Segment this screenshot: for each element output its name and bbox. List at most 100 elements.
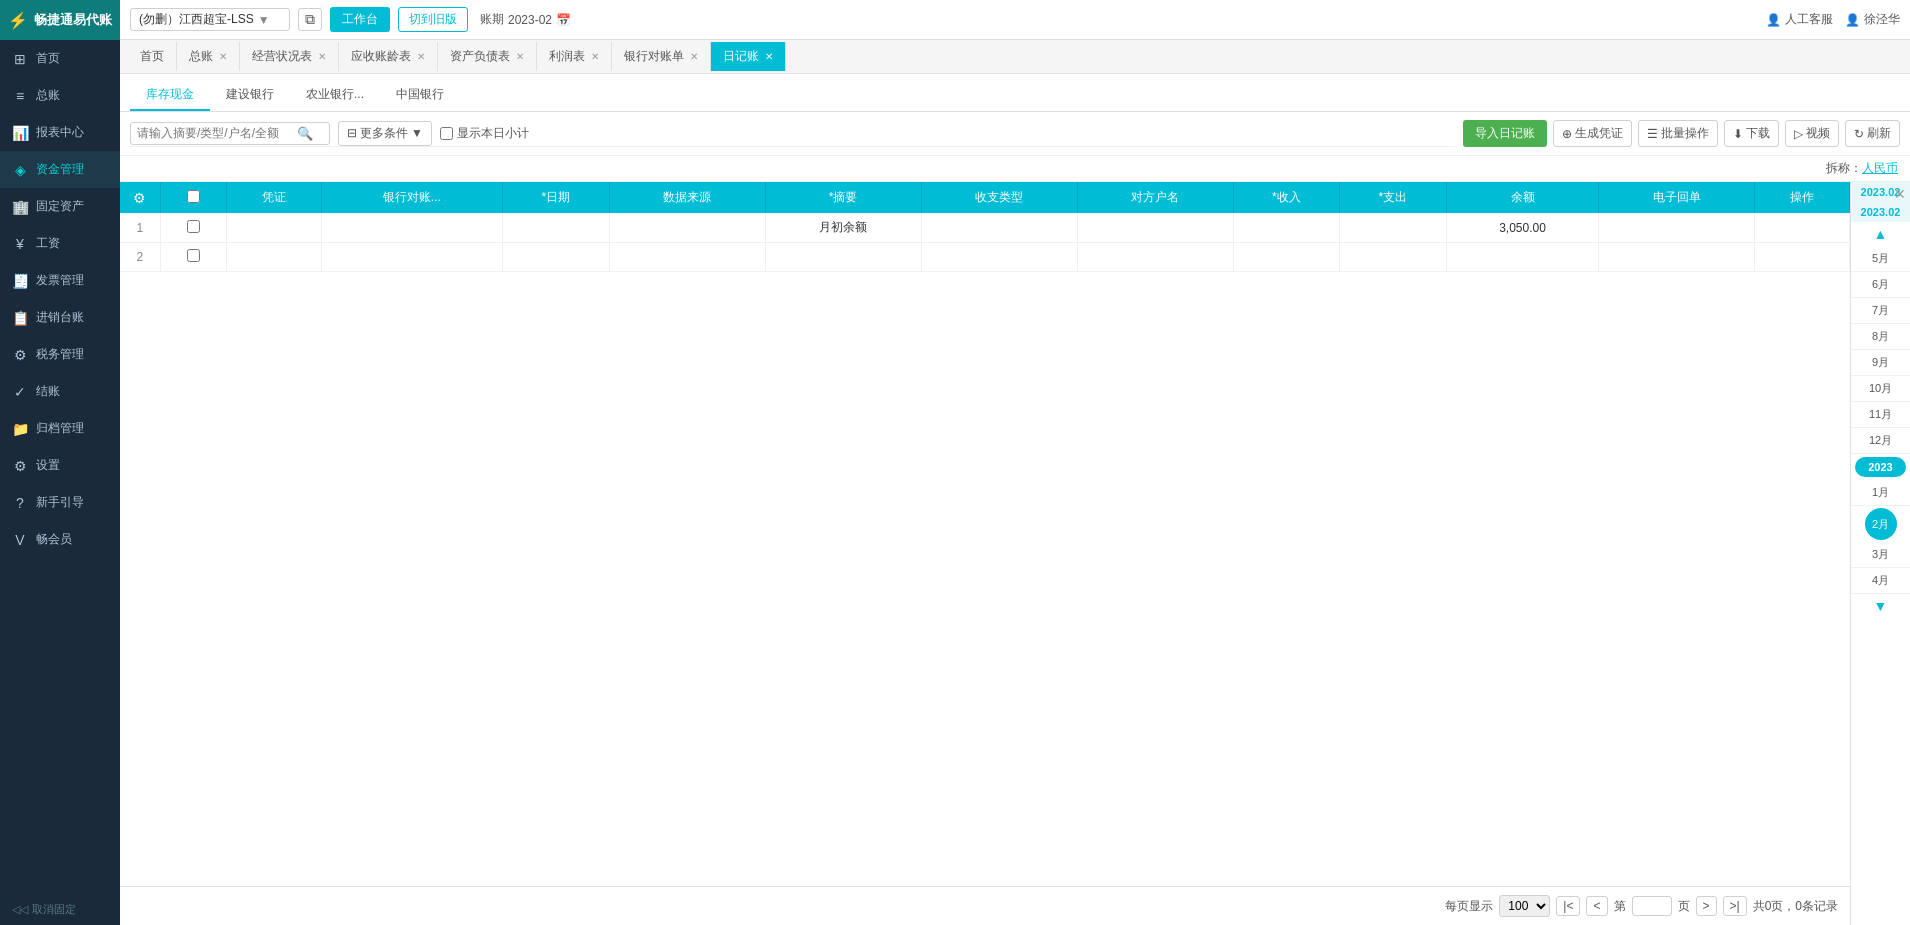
tax-icon: ⚙ bbox=[12, 347, 28, 363]
cal-month-12[interactable]: 12月 bbox=[1851, 428, 1910, 454]
sidebar-item-home[interactable]: ⊞ 首页 bbox=[0, 40, 120, 77]
tab-profit[interactable]: 利润表 ✕ bbox=[537, 42, 612, 71]
tab-ledger[interactable]: 总账 ✕ bbox=[177, 42, 240, 71]
sidebar-item-fund[interactable]: ◈ 资金管理 bbox=[0, 151, 120, 188]
first-page-button[interactable]: |< bbox=[1556, 896, 1580, 916]
tab-bank[interactable]: 银行对账单 ✕ bbox=[612, 42, 711, 71]
prev-page-button[interactable]: < bbox=[1586, 896, 1607, 916]
sidebar-item-label: 资金管理 bbox=[36, 161, 84, 178]
sidebar-item-tax[interactable]: ⚙ 税务管理 bbox=[0, 336, 120, 373]
refresh-button[interactable]: ↻ 刷新 bbox=[1845, 120, 1900, 147]
close-accounts-icon: ✓ bbox=[12, 384, 28, 400]
cal-month-9[interactable]: 9月 bbox=[1851, 350, 1910, 376]
row2-voucher bbox=[226, 243, 321, 272]
cal-scroll-down[interactable]: ▼ bbox=[1851, 594, 1910, 618]
tab-receivable-close[interactable]: ✕ bbox=[417, 51, 425, 62]
generate-voucher-button[interactable]: ⊕ 生成凭证 bbox=[1553, 120, 1632, 147]
cal-scroll-up[interactable]: ▲ bbox=[1851, 222, 1910, 246]
row2-checkbox[interactable] bbox=[160, 243, 226, 272]
cal-month-2-active[interactable]: 2月 bbox=[1865, 508, 1897, 540]
tab-business-label: 经营状况表 bbox=[252, 48, 312, 65]
tab-balance[interactable]: 资产负债表 ✕ bbox=[438, 42, 537, 71]
back-button[interactable]: 切到旧版 bbox=[398, 7, 468, 32]
col-ereceipt: 电子回单 bbox=[1599, 182, 1755, 213]
cal-month-11[interactable]: 11月 bbox=[1851, 402, 1910, 428]
tab-bank-close[interactable]: ✕ bbox=[690, 51, 698, 62]
sidebar-item-ledger[interactable]: ≡ 总账 bbox=[0, 77, 120, 114]
more-filter-button[interactable]: ⊟ 更多条件 ▼ bbox=[338, 121, 432, 146]
batch-button[interactable]: ☰ 批量操作 bbox=[1638, 120, 1718, 147]
cal-month-1[interactable]: 1月 bbox=[1851, 480, 1910, 506]
tab-profit-close[interactable]: ✕ bbox=[591, 51, 599, 62]
tab-home[interactable]: 首页 bbox=[128, 42, 177, 71]
tab-journal[interactable]: 日记账 ✕ bbox=[711, 42, 786, 71]
row2-bank-rec bbox=[321, 243, 503, 272]
user-info[interactable]: 👤 徐泾华 bbox=[1845, 11, 1900, 28]
sidebar-item-asset[interactable]: 🏢 固定资产 bbox=[0, 188, 120, 225]
gear-button[interactable]: ⚙ bbox=[133, 190, 146, 206]
row1-checkbox[interactable] bbox=[160, 213, 226, 243]
tab-business-close[interactable]: ✕ bbox=[318, 51, 326, 62]
sidebar-item-close[interactable]: ✓ 结账 bbox=[0, 373, 120, 410]
sidebar-item-purchase[interactable]: 📋 进销台账 bbox=[0, 299, 120, 336]
daily-checkbox-input[interactable] bbox=[440, 127, 453, 140]
col-checkbox[interactable] bbox=[160, 182, 226, 213]
sidebar-item-archive[interactable]: 📁 归档管理 bbox=[0, 410, 120, 447]
company-selector[interactable]: (勿删）江西超宝-LSS ▼ bbox=[130, 8, 290, 31]
row2-summary bbox=[765, 243, 921, 272]
cal-month-3[interactable]: 3月 bbox=[1851, 542, 1910, 568]
sidebar: ⚡ 畅捷通易代账 ⊞ 首页 ≡ 总账 📊 报表中心 ◈ 资金管理 🏢 固定资产 … bbox=[0, 0, 120, 925]
tab-business[interactable]: 经营状况表 ✕ bbox=[240, 42, 339, 71]
sub-tab-cash[interactable]: 库存现金 bbox=[130, 80, 210, 111]
show-daily-checkbox[interactable]: 显示本日小计 bbox=[440, 125, 529, 142]
toolbar: 🔍 ⊟ 更多条件 ▼ 显示本日小计 导入日记账 ⊕ bbox=[120, 112, 1910, 156]
sidebar-item-salary[interactable]: ¥ 工资 bbox=[0, 225, 120, 262]
next-page-button[interactable]: > bbox=[1696, 896, 1717, 916]
search-input[interactable] bbox=[137, 126, 297, 140]
per-page-select[interactable]: 100 50 200 bbox=[1499, 895, 1550, 917]
calendar-close-icon[interactable]: ✕ bbox=[1894, 186, 1906, 202]
main-area: (勿删）江西超宝-LSS ▼ ⧉ 工作台 切到旧版 账期 2023-02 📅 👤… bbox=[120, 0, 1910, 925]
service-btn[interactable]: 👤 人工客服 bbox=[1766, 11, 1833, 28]
import-button[interactable]: 导入日记账 bbox=[1463, 120, 1547, 147]
cal-month-6[interactable]: 6月 bbox=[1851, 272, 1910, 298]
cal-month-8[interactable]: 8月 bbox=[1851, 324, 1910, 350]
sidebar-item-guide[interactable]: ? 新手引导 bbox=[0, 484, 120, 521]
cal-month-4[interactable]: 4月 bbox=[1851, 568, 1910, 594]
download-button[interactable]: ⬇ 下载 bbox=[1724, 120, 1779, 147]
cal-month-5[interactable]: 5月 bbox=[1851, 246, 1910, 272]
col-settings[interactable]: ⚙ bbox=[120, 182, 160, 213]
sidebar-item-report[interactable]: 📊 报表中心 bbox=[0, 114, 120, 151]
select-all-checkbox[interactable] bbox=[187, 190, 200, 203]
sidebar-item-invoice[interactable]: 🧾 发票管理 bbox=[0, 262, 120, 299]
sidebar-item-member[interactable]: V 畅会员 bbox=[0, 521, 120, 558]
tab-ledger-close[interactable]: ✕ bbox=[219, 51, 227, 62]
sidebar-item-settings[interactable]: ⚙ 设置 bbox=[0, 447, 120, 484]
sidebar-unpin[interactable]: ◁◁ 取消固定 bbox=[0, 894, 120, 925]
workspace-button[interactable]: 工作台 bbox=[330, 7, 390, 32]
sub-tab-china[interactable]: 中国银行 bbox=[380, 80, 460, 111]
currency-value[interactable]: 人民币 bbox=[1862, 160, 1898, 177]
calendar-icon[interactable]: 📅 bbox=[556, 13, 571, 27]
sidebar-item-label: 归档管理 bbox=[36, 420, 84, 437]
copy-button[interactable]: ⧉ bbox=[298, 8, 322, 31]
tab-receivable[interactable]: 应收账龄表 ✕ bbox=[339, 42, 438, 71]
main-table-area: ⚙ 凭证 银行对账... *日期 数据来源 *摘要 收支类型 对方户名 * bbox=[120, 182, 1850, 925]
sidebar-item-label: 固定资产 bbox=[36, 198, 84, 215]
last-page-button[interactable]: >| bbox=[1723, 896, 1747, 916]
video-label: 视频 bbox=[1806, 125, 1830, 142]
tab-journal-close[interactable]: ✕ bbox=[765, 51, 773, 62]
cal-month-7[interactable]: 7月 bbox=[1851, 298, 1910, 324]
page-input[interactable]: 1 bbox=[1632, 896, 1672, 916]
pin-icon: ◁◁ bbox=[12, 903, 28, 916]
filter-arrow-icon: ▼ bbox=[411, 126, 423, 140]
video-button[interactable]: ▷ 视频 bbox=[1785, 120, 1839, 147]
cal-month-10[interactable]: 10月 bbox=[1851, 376, 1910, 402]
search-icon[interactable]: 🔍 bbox=[297, 126, 313, 141]
sub-tab-china-label: 中国银行 bbox=[396, 87, 444, 101]
sub-tab-agriculture[interactable]: 农业银行... bbox=[290, 80, 380, 111]
row1-type bbox=[921, 213, 1077, 243]
sub-tab-construction[interactable]: 建设银行 bbox=[210, 80, 290, 111]
download-label: 下载 bbox=[1746, 125, 1770, 142]
tab-balance-close[interactable]: ✕ bbox=[516, 51, 524, 62]
